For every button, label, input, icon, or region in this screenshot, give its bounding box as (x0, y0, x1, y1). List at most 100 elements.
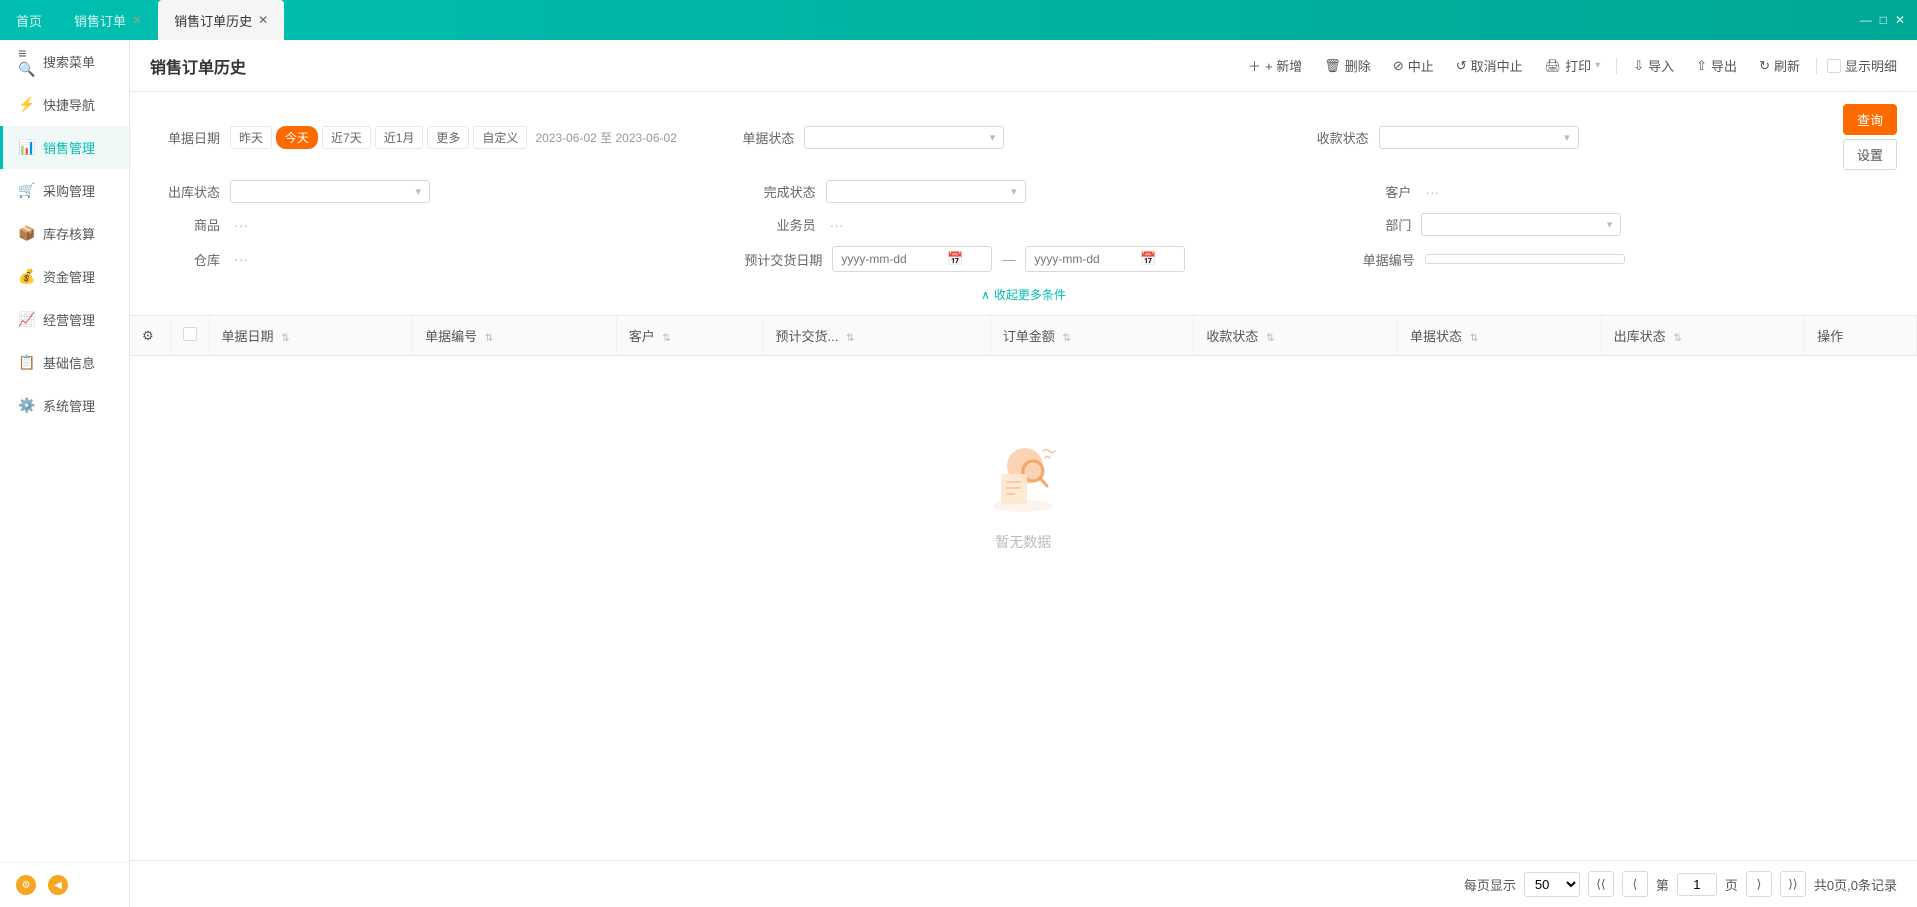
export-label: 导出 (1711, 56, 1737, 75)
first-page-button[interactable]: ⟨⟨ (1588, 871, 1614, 897)
sidebar-item-capital[interactable]: 💰 资金管理 (0, 255, 129, 298)
query-button[interactable]: 查询 (1843, 104, 1897, 135)
receipt-status-select[interactable]: ▾ (1379, 126, 1579, 149)
date-btn-custom[interactable]: 自定义 (473, 126, 527, 149)
delivery-date-start-input[interactable]: 📅 (832, 246, 992, 272)
filter-row-3: 商品 ··· 业务员 ··· 部门 ▾ (150, 213, 1897, 236)
search-menu-icon: ≡🔍 (19, 54, 35, 70)
th-payment-sort-icon[interactable]: ⇅ (1266, 333, 1274, 344)
order-no-input[interactable] (1425, 254, 1625, 264)
sidebar-item-purchase-mgmt[interactable]: 🛒 采购管理 (0, 169, 129, 212)
complete-select[interactable]: ▾ (826, 180, 1026, 203)
date-btn-today[interactable]: 今天 (276, 126, 318, 149)
sidebar-item-inventory-label: 库存核算 (43, 224, 95, 243)
tab-sales-order[interactable]: 销售订单 ✕ (58, 0, 158, 40)
th-delivery-date-label: 预计交货... (775, 329, 838, 344)
customer-dots-btn[interactable]: ··· (1421, 184, 1443, 200)
th-payment-status[interactable]: 收款状态 ⇅ (1194, 316, 1398, 356)
date-btn-more[interactable]: 更多 (427, 126, 469, 149)
delivery-end-field[interactable] (1034, 252, 1134, 266)
th-delivery-sort-icon[interactable]: ⇅ (846, 333, 854, 344)
status-select[interactable]: ▾ (804, 126, 1004, 149)
tab-sales-order-history-close[interactable]: ✕ (258, 13, 268, 27)
salesperson-dots-btn[interactable]: ··· (826, 217, 848, 233)
goods-dots-btn[interactable]: ··· (230, 217, 252, 233)
sidebar-toggle-icon[interactable]: ◀ (48, 875, 68, 895)
delivery-date-end-input[interactable]: 📅 (1025, 246, 1185, 272)
export-icon: ⇧ (1696, 58, 1707, 74)
maximize-button[interactable]: □ (1880, 13, 1887, 27)
minimize-button[interactable]: — (1860, 13, 1872, 27)
next-page-button[interactable]: ⟩ (1746, 871, 1772, 897)
import-button[interactable]: ⇩ 导入 (1627, 52, 1680, 79)
page-jump-label: 第 (1656, 875, 1669, 894)
stop-label: 中止 (1408, 56, 1434, 75)
filter-area: 单据日期 昨天 今天 近7天 近1月 更多 自定义 2023-06-02 至 2… (130, 92, 1917, 316)
page-number-input[interactable] (1677, 873, 1717, 896)
date-btn-1month[interactable]: 近1月 (375, 126, 424, 149)
stop-button[interactable]: ⊘ 中止 (1387, 52, 1440, 79)
prev-page-button[interactable]: ⟨ (1622, 871, 1648, 897)
sidebar-item-search-menu[interactable]: ≡🔍 搜索菜单 (0, 40, 129, 83)
select-all-checkbox[interactable] (183, 327, 197, 341)
th-doc-sort-icon[interactable]: ⇅ (1470, 333, 1478, 344)
delivery-start-field[interactable] (841, 252, 941, 266)
sidebar-item-basic-info[interactable]: 📋 基础信息 (0, 341, 129, 384)
tab-sales-order-history[interactable]: 销售订单历史 ✕ (158, 0, 284, 40)
tab-sales-order-history-label: 销售订单历史 (174, 11, 252, 30)
close-button[interactable]: ✕ (1895, 13, 1905, 27)
print-arrow-icon: ▾ (1595, 60, 1600, 71)
status-filter-control: ▾ (804, 126, 1258, 149)
show-detail-checkbox[interactable] (1827, 59, 1841, 73)
sidebar-item-system-mgmt[interactable]: ⚙️ 系统管理 (0, 384, 129, 427)
th-order-no[interactable]: 单据编号 ⇅ (413, 316, 617, 356)
date-btn-7days[interactable]: 近7天 (322, 126, 371, 149)
th-checkbox[interactable] (170, 316, 209, 356)
th-order-no-sort-icon[interactable]: ⇅ (485, 333, 493, 344)
calendar-end-icon: 📅 (1140, 251, 1156, 267)
refresh-button[interactable]: ↻ 刷新 (1753, 52, 1806, 79)
import-label: 导入 (1648, 56, 1674, 75)
th-outstock-status[interactable]: 出库状态 ⇅ (1601, 316, 1805, 356)
th-outstock-sort-icon[interactable]: ⇅ (1673, 333, 1681, 344)
th-order-no-label: 单据编号 (425, 329, 477, 344)
settings-filter-button[interactable]: 设置 (1843, 139, 1897, 170)
collapse-row[interactable]: ∧ 收起更多条件 (150, 282, 1897, 311)
th-customer-sort-icon[interactable]: ⇅ (662, 333, 670, 344)
th-date[interactable]: 单据日期 ⇅ (209, 316, 413, 356)
add-button[interactable]: ＋ + 新增 (1242, 52, 1308, 79)
sidebar-item-capital-label: 资金管理 (43, 267, 95, 286)
page-size-select[interactable]: 10 20 50 100 (1524, 872, 1580, 897)
export-button[interactable]: ⇧ 导出 (1690, 52, 1743, 79)
th-delivery-date[interactable]: 预计交货... ⇅ (763, 316, 990, 356)
cancel-stop-button[interactable]: ↺ 取消中止 (1450, 52, 1529, 79)
date-btn-yesterday[interactable]: 昨天 (230, 126, 272, 149)
th-date-sort-icon[interactable]: ⇅ (281, 333, 289, 344)
sidebar-item-sales-mgmt[interactable]: 📊 销售管理 (0, 126, 129, 169)
empty-row: 暂无数据 (130, 356, 1917, 633)
sidebar-item-sales-mgmt-label: 销售管理 (43, 138, 95, 157)
th-amount-sort-icon[interactable]: ⇅ (1062, 333, 1070, 344)
th-amount[interactable]: 订单金额 ⇅ (990, 316, 1194, 356)
settings-gear-icon[interactable]: ⚙ (142, 328, 154, 343)
sidebar-item-inventory[interactable]: 📦 库存核算 (0, 212, 129, 255)
complete-filter-label: 完成状态 (746, 182, 826, 201)
last-page-button[interactable]: ⟩⟩ (1780, 871, 1806, 897)
tab-home[interactable]: 首页 (0, 0, 58, 40)
print-icon: 🖨 (1545, 58, 1562, 74)
tab-sales-order-close[interactable]: ✕ (132, 13, 142, 27)
sidebar-settings-icon[interactable]: ⚙ (16, 875, 36, 895)
add-icon: ＋ (1248, 56, 1261, 75)
department-select[interactable]: ▾ (1421, 213, 1621, 236)
warehouse-dots-btn[interactable]: ··· (230, 251, 252, 267)
inventory-icon: 📦 (19, 226, 35, 242)
delete-button[interactable]: 🗑 删除 (1318, 52, 1377, 79)
sidebar-item-operations-label: 经营管理 (43, 310, 95, 329)
sidebar-item-operations[interactable]: 📈 经营管理 (0, 298, 129, 341)
print-button[interactable]: 🖨 打印 ▾ (1539, 52, 1607, 79)
outstock-select[interactable]: ▾ (230, 180, 430, 203)
th-settings[interactable]: ⚙ (130, 316, 170, 356)
th-customer[interactable]: 客户 ⇅ (616, 316, 763, 356)
th-doc-status[interactable]: 单据状态 ⇅ (1398, 316, 1602, 356)
sidebar-item-quick-nav[interactable]: ⚡ 快捷导航 (0, 83, 129, 126)
